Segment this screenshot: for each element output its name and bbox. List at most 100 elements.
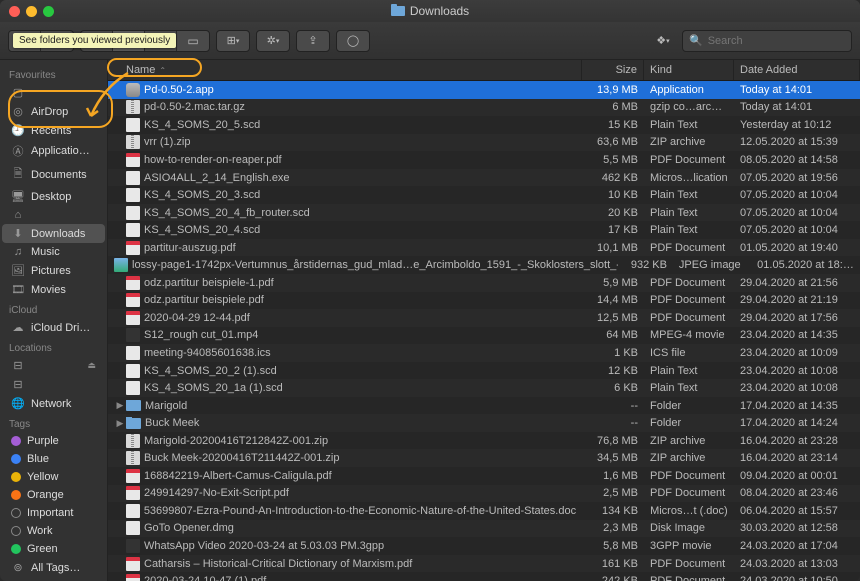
file-row[interactable]: Catharsis – Historical-Critical Dictiona… — [108, 555, 860, 573]
file-icon — [126, 118, 140, 132]
file-row[interactable]: KS_4_SOMS_20_5.scd15 KBPlain TextYesterd… — [108, 116, 860, 134]
dropbox-icon[interactable]: ❖▾ — [650, 34, 676, 47]
sidebar-item-label: Music — [31, 246, 60, 258]
file-size: 161 KB — [582, 558, 644, 570]
file-kind: Application — [644, 84, 734, 96]
tags-button[interactable]: ◯ — [336, 30, 370, 52]
clock-icon: 🕘 — [11, 124, 25, 137]
search-field[interactable]: 🔍 — [682, 30, 852, 52]
file-icon — [126, 135, 140, 149]
file-row[interactable]: ▶Marigold--Folder17.04.2020 at 14:35 — [108, 397, 860, 415]
file-row[interactable]: S12_rough cut_01.mp464 MBMPEG-4 movie23.… — [108, 327, 860, 345]
file-kind: Folder — [644, 400, 734, 412]
file-name: S12_rough cut_01.mp4 — [144, 329, 258, 341]
tag-ring-icon — [11, 508, 21, 518]
file-row[interactable]: Pd-0.50-2.app13,9 MBApplicationToday at … — [108, 81, 860, 99]
sidebar-item[interactable]: ⊟⏏ — [2, 356, 105, 375]
sidebar-item[interactable]: ⊚All Tags… — [2, 558, 105, 577]
search-input[interactable] — [708, 35, 845, 47]
file-row[interactable]: 2020-03-24 10-47 (1).pdf242 KBPDF Docume… — [108, 572, 860, 581]
titlebar: Downloads — [0, 0, 860, 22]
file-row[interactable]: lossy-page1-1742px-Vertumnus_årstidernas… — [108, 256, 860, 274]
sidebar-item-label: Recents — [31, 125, 71, 137]
sidebar-item[interactable]: 🎞Movies — [2, 280, 105, 299]
sidebar-item-label: Important — [27, 507, 73, 519]
col-size[interactable]: Size — [582, 60, 644, 80]
view-gallery-button[interactable]: ▭ — [177, 30, 209, 52]
file-date: 17.04.2020 at 14:35 — [734, 400, 860, 412]
file-row[interactable]: KS_4_SOMS_20_4_fb_router.scd20 KBPlain T… — [108, 204, 860, 222]
file-size: 6 KB — [582, 382, 644, 394]
sidebar-item-label: Purple — [27, 435, 59, 447]
share-button[interactable]: ⇪ — [296, 30, 330, 52]
file-icon — [126, 311, 140, 325]
file-row[interactable]: KS_4_SOMS_20_2 (1).scd12 KBPlain Text23.… — [108, 362, 860, 380]
sidebar-item[interactable]: ☁iCloud Dri… — [2, 318, 105, 337]
column-headers[interactable]: Name ⌃ Size Kind Date Added — [108, 60, 860, 81]
file-name: KS_4_SOMS_20_3.scd — [144, 189, 260, 201]
file-row[interactable]: how-to-render-on-reaper.pdf5,5 MBPDF Doc… — [108, 151, 860, 169]
file-icon — [126, 418, 141, 429]
sidebar-item[interactable]: 🗎Documents — [2, 162, 105, 187]
eject-icon[interactable]: ⏏ — [87, 360, 96, 371]
file-row[interactable]: partitur-auszug.pdf10,1 MBPDF Document01… — [108, 239, 860, 257]
sidebar-item[interactable]: Important — [2, 504, 105, 522]
file-kind: Plain Text — [644, 189, 734, 201]
file-kind: ICS file — [644, 347, 734, 359]
col-kind[interactable]: Kind — [644, 60, 734, 80]
sidebar-item[interactable]: Purple — [2, 432, 105, 450]
file-row[interactable]: 168842219-Albert-Camus-Caligula.pdf1,6 M… — [108, 467, 860, 485]
file-row[interactable]: vrr (1).zip63,6 MBZIP archive12.05.2020 … — [108, 134, 860, 152]
sidebar-item[interactable]: Yellow — [2, 468, 105, 486]
disclosure-icon[interactable]: ▶ — [114, 400, 126, 411]
file-row[interactable]: odz.partitur beispiele.pdf14,4 MBPDF Doc… — [108, 292, 860, 310]
sidebar-item-label: Desktop — [31, 191, 71, 203]
file-icon — [126, 451, 140, 465]
sidebar-item[interactable]: 🖼Pictures — [2, 261, 105, 280]
file-row[interactable]: pd-0.50-2.mac.tar.gz6 MBgzip co…archiveT… — [108, 99, 860, 117]
disclosure-icon[interactable]: ▶ — [114, 418, 126, 429]
file-kind: PDF Document — [644, 154, 734, 166]
sidebar-item[interactable]: ⬇Downloads — [2, 224, 105, 243]
file-row[interactable]: ASIO4ALL_2_14_English.exe462 KBMicros…li… — [108, 169, 860, 187]
desktop-icon: 🖥 — [11, 190, 25, 203]
file-row[interactable]: KS_4_SOMS_20_4.scd17 KBPlain Text07.05.2… — [108, 221, 860, 239]
action-button[interactable]: ✲▾ — [256, 30, 290, 52]
file-name: KS_4_SOMS_20_4_fb_router.scd — [144, 207, 310, 219]
sidebar-item[interactable]: Green — [2, 540, 105, 558]
file-date: 09.04.2020 at 00:01 — [734, 470, 860, 482]
search-icon: 🔍 — [689, 34, 703, 47]
file-row[interactable]: WhatsApp Video 2020-03-24 at 5.03.03 PM.… — [108, 537, 860, 555]
sidebar-item[interactable]: ◎AirDrop — [2, 102, 105, 121]
file-row[interactable]: 2020-04-29 12-44.pdf12,5 MBPDF Document2… — [108, 309, 860, 327]
file-row[interactable]: ▶Buck Meek--Folder17.04.2020 at 14:24 — [108, 414, 860, 432]
sidebar-item[interactable]: 🌐Network — [2, 394, 105, 413]
sidebar-item[interactable]: Work — [2, 522, 105, 540]
file-size: 12 KB — [582, 365, 644, 377]
arrange-button[interactable]: ⊞▾ — [216, 30, 250, 52]
sidebar-item[interactable]: Blue — [2, 450, 105, 468]
sidebar-item[interactable]: ⊟ — [2, 375, 105, 394]
file-row[interactable]: 53699807-Ezra-Pound-An-Introduction-to-t… — [108, 502, 860, 520]
file-kind: Plain Text — [644, 382, 734, 394]
file-size: 15 KB — [582, 119, 644, 131]
file-row[interactable]: Marigold-20200416T212842Z-001.zip76,8 MB… — [108, 432, 860, 450]
file-row[interactable]: Buck Meek-20200416T211442Z-001.zip34,5 M… — [108, 449, 860, 467]
sidebar-item[interactable]: 🕘 Recents — [2, 121, 105, 140]
file-row[interactable]: 249914297-No-Exit-Script.pdf2,5 MBPDF Do… — [108, 485, 860, 503]
file-row[interactable]: meeting-94085601638.ics1 KBICS file23.04… — [108, 344, 860, 362]
file-size: 2,5 MB — [582, 487, 644, 499]
col-date[interactable]: Date Added — [734, 60, 860, 80]
sidebar-item[interactable]: ⌂ — [2, 206, 105, 224]
file-row[interactable]: KS_4_SOMS_20_1a (1).scd6 KBPlain Text23.… — [108, 379, 860, 397]
sidebar-item[interactable]: ⒶApplicatio… — [2, 140, 105, 162]
file-size: 63,6 MB — [582, 136, 644, 148]
sidebar-item[interactable]: ♫Music — [2, 243, 105, 261]
col-name[interactable]: Name — [126, 64, 155, 76]
sidebar-item[interactable]: Orange — [2, 486, 105, 504]
sidebar-item[interactable]: ▢ — [2, 83, 105, 102]
sidebar-item[interactable]: 🖥 Desktop — [2, 187, 105, 206]
file-row[interactable]: odz.partitur beispiele-1.pdf5,9 MBPDF Do… — [108, 274, 860, 292]
file-row[interactable]: KS_4_SOMS_20_3.scd10 KBPlain Text07.05.2… — [108, 186, 860, 204]
file-row[interactable]: GoTo Opener.dmg2,3 MBDisk Image30.03.202… — [108, 520, 860, 538]
